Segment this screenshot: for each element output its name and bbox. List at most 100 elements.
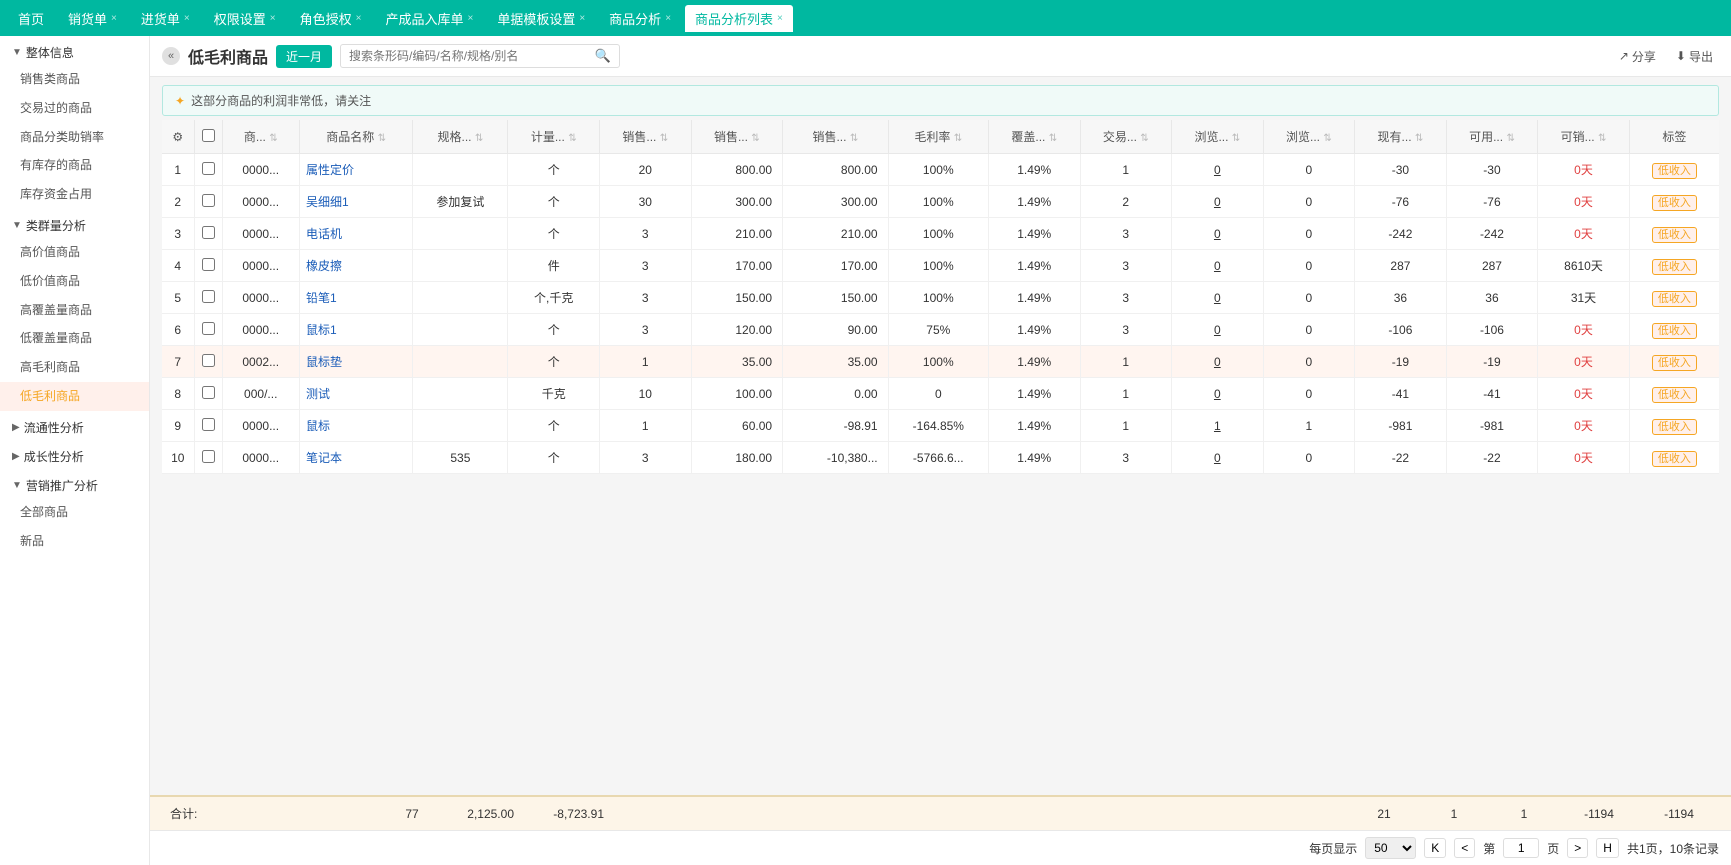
row-name[interactable]: 测试 [299,378,412,410]
sidebar-group-overview[interactable]: ▼ 整体信息 [0,36,149,65]
row-checkbox[interactable] [202,450,215,463]
nav-product-analysis-list[interactable]: 商品分析列表 × [685,5,793,32]
nav-sales-order[interactable]: 销货单 × [58,5,127,32]
row-name[interactable]: 鼠标垫 [299,346,412,378]
close-icon[interactable]: × [579,13,585,24]
row-sales-amount: 180.00 [691,442,783,474]
row-name[interactable]: 鼠标 [299,410,412,442]
col-unit[interactable]: 计量... ⇅ [508,120,600,154]
row-spec [413,282,508,314]
sidebar-item-capital[interactable]: 库存资金占用 [0,180,149,209]
close-icon[interactable]: × [665,13,671,24]
col-tag[interactable]: 标签 [1629,120,1719,154]
sidebar-group-marketing[interactable]: ▼ 营销推广分析 [0,469,149,498]
col-available[interactable]: 可用... ⇅ [1446,120,1538,154]
col-sales-count[interactable]: 销售... ⇅ [599,120,691,154]
nav-purchase-order[interactable]: 进货单 × [131,5,200,32]
sidebar-group-circulation[interactable]: ▶ 流通性分析 [0,411,149,440]
col-sales-profit[interactable]: 销售... ⇅ [783,120,889,154]
close-icon[interactable]: × [270,13,276,24]
row-checkbox[interactable] [202,162,215,175]
row-name[interactable]: 属性定价 [299,154,412,186]
sidebar-item-low-margin[interactable]: 低毛利商品 [0,382,149,411]
prev-page-button[interactable]: < [1454,838,1475,858]
export-button[interactable]: ⬇ 导出 [1670,46,1719,67]
next-page-button[interactable]: > [1567,838,1588,858]
col-name[interactable]: 商品名称 ⇅ [299,120,412,154]
row-views1[interactable]: 0 [1172,282,1264,314]
select-all-checkbox[interactable] [202,129,215,142]
row-name[interactable]: 鼠标1 [299,314,412,346]
sidebar-item-stocked-products[interactable]: 有库存的商品 [0,151,149,180]
row-views1[interactable]: 0 [1172,186,1264,218]
row-checkbox[interactable] [202,226,215,239]
search-input[interactable] [349,49,595,63]
sidebar-item-new-products[interactable]: 新品 [0,527,149,556]
row-name[interactable]: 电话机 [299,218,412,250]
col-views2[interactable]: 浏览... ⇅ [1263,120,1355,154]
row-gross-margin: 100% [888,250,988,282]
sidebar-item-low-value[interactable]: 低价值商品 [0,267,149,296]
col-coverage[interactable]: 覆盖... ⇅ [988,120,1080,154]
page-number-input[interactable] [1503,838,1539,858]
col-sales-amount[interactable]: 销售... ⇅ [691,120,783,154]
nav-role-auth[interactable]: 角色授权 × [290,5,372,32]
col-settings[interactable]: ⚙ [162,120,194,154]
row-views1[interactable]: 0 [1172,250,1264,282]
search-icon[interactable]: 🔍 [595,48,611,64]
row-views1[interactable]: 0 [1172,314,1264,346]
sidebar-item-high-margin[interactable]: 高毛利商品 [0,353,149,382]
col-saleable[interactable]: 可销... ⇅ [1538,120,1630,154]
sidebar-item-traded-products[interactable]: 交易过的商品 [0,94,149,123]
close-icon[interactable]: × [467,13,473,24]
row-checkbox[interactable] [202,194,215,207]
row-checkbox[interactable] [202,290,215,303]
data-table-container[interactable]: ⚙ 商... ⇅ 商品名称 ⇅ 规格... ⇅ 计量... ⇅ 销售... ⇅ … [162,120,1719,795]
nav-template-setting[interactable]: 单据模板设置 × [487,5,595,32]
close-icon[interactable]: × [356,13,362,24]
row-checkbox[interactable] [202,418,215,431]
row-name[interactable]: 笔记本 [299,442,412,474]
first-page-button[interactable]: K [1424,838,1446,858]
row-checkbox[interactable] [202,322,215,335]
nav-product-entry[interactable]: 产成品入库单 × [375,5,483,32]
nav-home[interactable]: 首页 [8,5,54,32]
col-views1[interactable]: 浏览... ⇅ [1172,120,1264,154]
close-icon[interactable]: × [184,13,190,24]
row-views1[interactable]: 0 [1172,346,1264,378]
row-coverage: 1.49% [988,346,1080,378]
sidebar-item-high-coverage[interactable]: 高覆盖量商品 [0,296,149,325]
page-size-select[interactable]: 50 100 200 [1365,837,1416,859]
sidebar-collapse-button[interactable]: « [162,47,180,65]
row-name[interactable]: 橡皮擦 [299,250,412,282]
row-views1[interactable]: 0 [1172,442,1264,474]
nav-product-analysis[interactable]: 商品分析 × [599,5,681,32]
close-icon[interactable]: × [111,13,117,24]
col-transaction[interactable]: 交易... ⇅ [1080,120,1172,154]
col-spec[interactable]: 规格... ⇅ [413,120,508,154]
nav-permission[interactable]: 权限设置 × [204,5,286,32]
last-page-button[interactable]: H [1596,838,1619,858]
row-views1[interactable]: 0 [1172,154,1264,186]
sidebar-group-cluster[interactable]: ▼ 类群量分析 [0,209,149,238]
col-gross-margin[interactable]: 毛利率 ⇅ [888,120,988,154]
row-checkbox[interactable] [202,386,215,399]
row-views1[interactable]: 0 [1172,218,1264,250]
row-views1[interactable]: 1 [1172,410,1264,442]
sidebar-item-high-value[interactable]: 高价值商品 [0,238,149,267]
sidebar-item-sales-products[interactable]: 销售类商品 [0,65,149,94]
date-filter-button[interactable]: 近一月 [276,45,332,68]
row-name[interactable]: 吴细细1 [299,186,412,218]
sidebar-item-low-coverage[interactable]: 低覆盖量商品 [0,324,149,353]
share-button[interactable]: ↗ 分享 [1613,46,1662,67]
sidebar-item-category-rate[interactable]: 商品分类助销率 [0,123,149,152]
row-name[interactable]: 铅笔1 [299,282,412,314]
col-current-stock[interactable]: 现有... ⇅ [1355,120,1447,154]
row-views1[interactable]: 0 [1172,378,1264,410]
sidebar-group-growth[interactable]: ▶ 成长性分析 [0,440,149,469]
row-checkbox[interactable] [202,354,215,367]
row-checkbox[interactable] [202,258,215,271]
close-icon[interactable]: × [777,13,783,24]
sidebar-item-all-products[interactable]: 全部商品 [0,498,149,527]
col-code[interactable]: 商... ⇅ [222,120,299,154]
